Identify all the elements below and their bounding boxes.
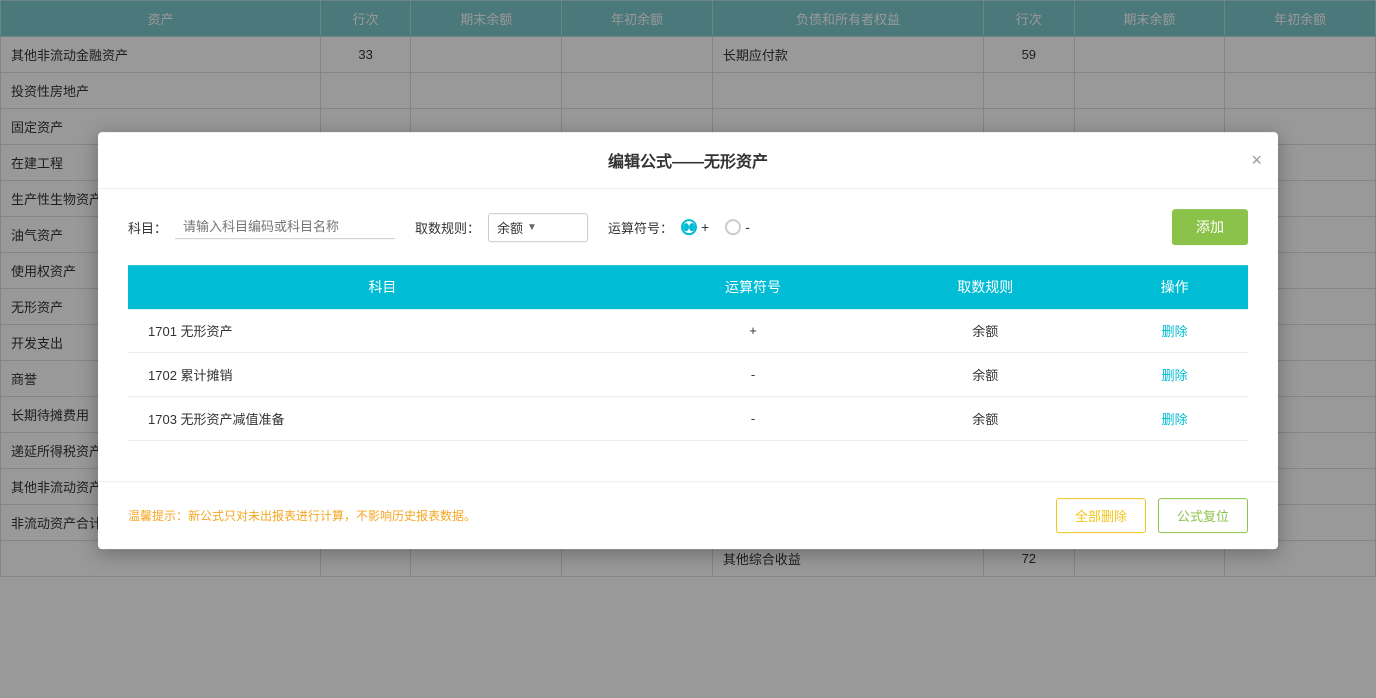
footer-buttons: 全部删除 公式复位 [1056, 498, 1248, 533]
subject-input[interactable] [175, 215, 395, 239]
delete-link-0[interactable]: 删除 [1162, 324, 1188, 339]
th-operator: 运算符号 [637, 265, 869, 309]
radio-minus-circle [725, 219, 741, 235]
radio-plus-circle [681, 219, 697, 235]
delete-link-2[interactable]: 删除 [1162, 412, 1188, 427]
footer-hint: 温馨提示：新公式只对未出报表进行计算，不影响历史报表数据。 [128, 507, 476, 524]
th-rule: 取数规则 [869, 265, 1101, 309]
delete-all-button[interactable]: 全部删除 [1056, 498, 1146, 533]
cell-subject-1: 1702 累计摊销 [128, 353, 637, 397]
formula-table-row: 1703 无形资产减值准备 - 余额 删除 [128, 397, 1248, 441]
cell-rule-1: 余额 [869, 353, 1101, 397]
modal-dialog: 编辑公式——无形资产 × 科目： 取数规则： 余额 ▼ 运算符号： [98, 132, 1278, 549]
cell-operator-2: - [637, 397, 869, 441]
modal-header: 编辑公式——无形资产 × [98, 132, 1278, 189]
formula-table-row: 1701 无形资产 + 余额 删除 [128, 309, 1248, 353]
operator-radio-group: + - [681, 219, 750, 235]
radio-minus-label: - [745, 219, 750, 235]
modal-body: 科目： 取数规则： 余额 ▼ 运算符号： [98, 189, 1278, 481]
cell-subject-0: 1701 无形资产 [128, 309, 637, 353]
close-icon[interactable]: × [1251, 151, 1262, 169]
modal-footer: 温馨提示：新公式只对未出报表进行计算，不影响历史报表数据。 全部删除 公式复位 [98, 481, 1278, 549]
modal-title: 编辑公式——无形资产 [608, 148, 768, 172]
form-row: 科目： 取数规则： 余额 ▼ 运算符号： [128, 209, 1248, 245]
rule-field-group: 取数规则： 余额 ▼ [415, 213, 588, 242]
cell-action-2: 删除 [1101, 397, 1248, 441]
th-subject: 科目 [128, 265, 637, 309]
formula-table: 科目 运算符号 取数规则 操作 1701 无形资产 + 余额 删除 1702 累… [128, 265, 1248, 441]
delete-link-1[interactable]: 删除 [1162, 368, 1188, 383]
cell-subject-2: 1703 无形资产减值准备 [128, 397, 637, 441]
rule-label: 取数规则： [415, 218, 480, 237]
operator-label: 运算符号： [608, 218, 673, 237]
reset-formula-button[interactable]: 公式复位 [1158, 498, 1248, 533]
radio-minus[interactable]: - [725, 219, 750, 235]
cell-action-1: 删除 [1101, 353, 1248, 397]
subject-label: 科目： [128, 218, 167, 237]
cell-action-0: 删除 [1101, 309, 1248, 353]
chevron-down-icon: ▼ [527, 222, 537, 233]
formula-table-row: 1702 累计摊销 - 余额 删除 [128, 353, 1248, 397]
rule-select-value: 余额 [497, 218, 523, 237]
radio-plus[interactable]: + [681, 219, 709, 235]
operator-field-group: 运算符号： + - [608, 218, 750, 237]
cell-rule-2: 余额 [869, 397, 1101, 441]
radio-plus-label: + [701, 219, 709, 235]
th-action: 操作 [1101, 265, 1248, 309]
cell-operator-0: + [637, 309, 869, 353]
subject-field-group: 科目： [128, 215, 395, 239]
cell-rule-0: 余额 [869, 309, 1101, 353]
cell-operator-1: - [637, 353, 869, 397]
add-button[interactable]: 添加 [1172, 209, 1248, 245]
table-header-row: 科目 运算符号 取数规则 操作 [128, 265, 1248, 309]
rule-select[interactable]: 余额 ▼ [488, 213, 588, 242]
